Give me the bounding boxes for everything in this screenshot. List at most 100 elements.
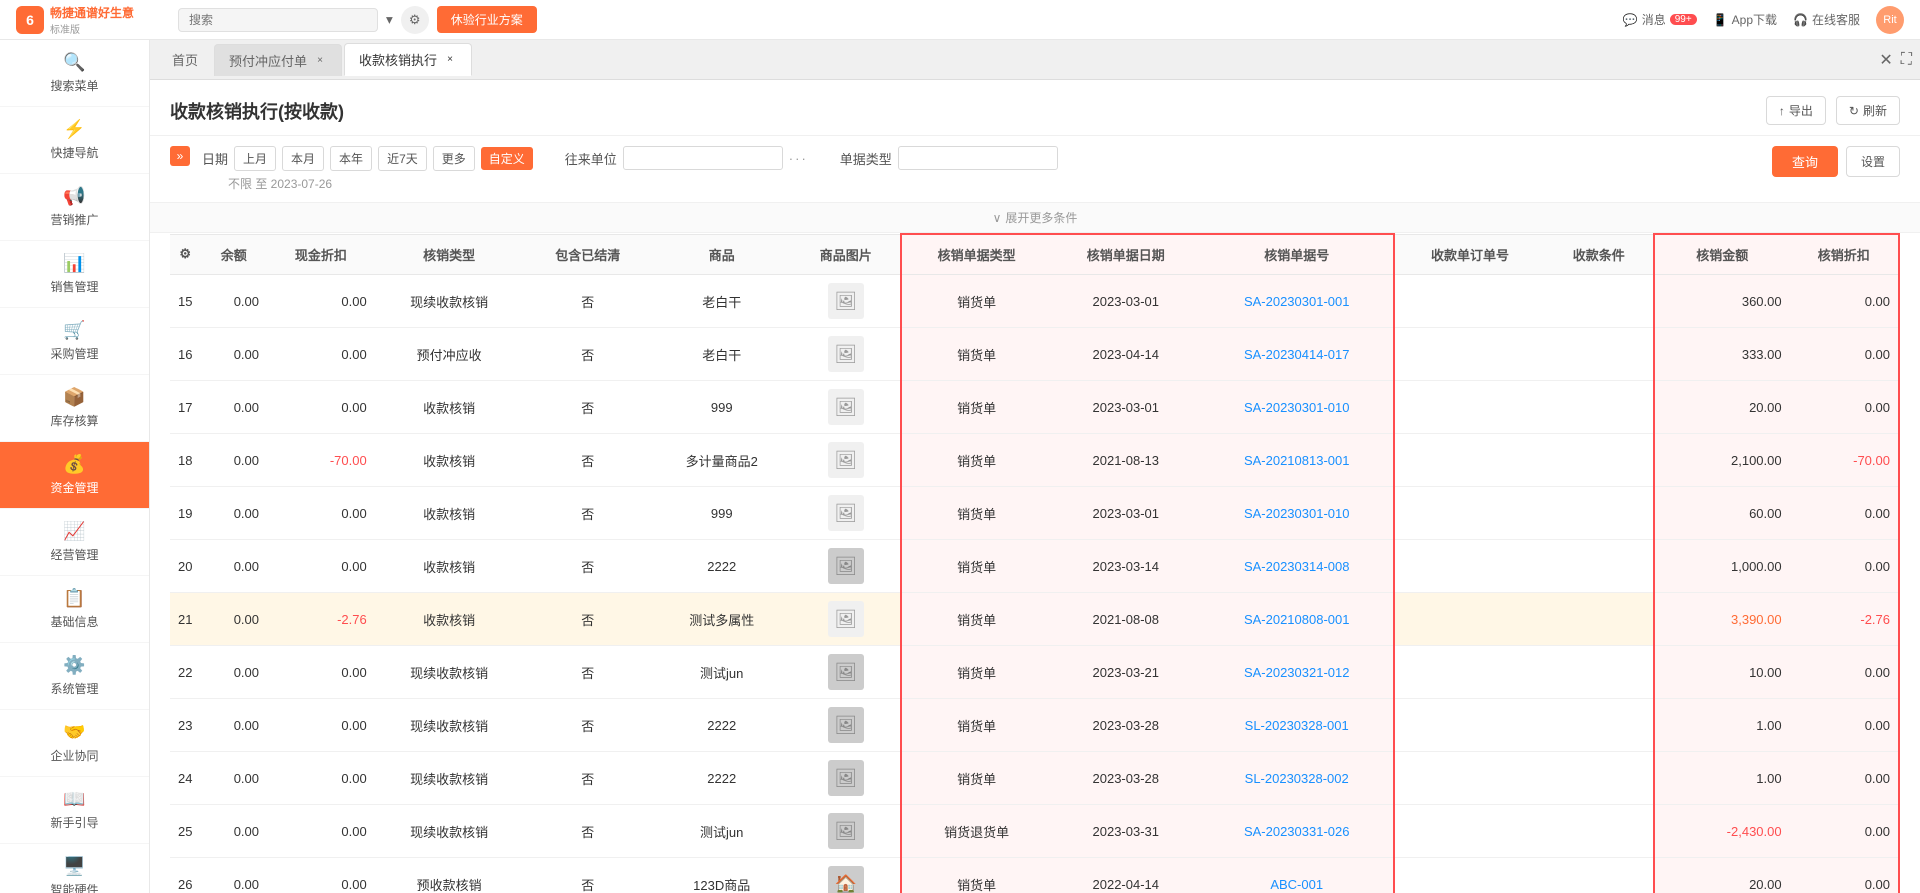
marketing-icon: 📢 [63,186,85,207]
date-label: 日期 [202,149,228,168]
partner-more-icon[interactable]: ··· [789,151,808,166]
tab-bar-actions: ✕ ⛶ [1879,50,1912,70]
user-avatar[interactable]: Rit [1876,6,1904,34]
col-settings[interactable]: ⚙ [170,234,200,275]
sidebar-item-search[interactable]: 🔍 搜索菜单 [0,40,149,107]
sidebar-item-basics[interactable]: 📋 基础信息 [0,576,149,643]
sales-icon: 📊 [63,253,85,274]
refresh-button[interactable]: ↻ 刷新 [1836,96,1900,125]
product-image-cell: 🖼 [792,699,901,752]
tab-receipts-close[interactable]: × [443,53,457,67]
table-row: 160.000.00预付冲应收否老白干🖼销货单2023-04-14SA-2023… [170,328,1899,381]
search-input[interactable] [178,8,378,32]
tab-prepay[interactable]: 预付冲应付单 × [214,44,342,76]
partner-label: 往来单位 [565,149,617,168]
export-button[interactable]: ↑ 导出 [1766,96,1826,125]
sidebar-item-hardware[interactable]: 🖥️ 智能硬件 [0,844,149,893]
app-download-item[interactable]: 📱 App下载 [1713,11,1777,28]
sidebar-item-quicknav[interactable]: ⚡ 快捷导航 [0,107,149,174]
settings-button[interactable]: ⚙ [401,6,429,34]
sidebar-item-marketing[interactable]: 📢 营销推广 [0,174,149,241]
filter-main-row: » 日期 上月 本月 本年 近7天 更多 自定义 不限 至 2023-07-26… [170,146,1900,192]
expand-filter-btn[interactable]: » [170,146,190,166]
export-icon: ↑ [1779,104,1785,118]
page-header-actions: ↑ 导出 ↻ 刷新 [1766,96,1900,125]
sidebar-item-inventory[interactable]: 📦 库存核算 [0,375,149,442]
sidebar-item-sales[interactable]: 📊 销售管理 [0,241,149,308]
main-layout: 🔍 搜索菜单 ⚡ 快捷导航 📢 营销推广 📊 销售管理 🛒 采购管理 📦 库存核… [0,40,1920,893]
sidebar-item-collab[interactable]: 🤝 企业协同 [0,710,149,777]
bill-type-select[interactable] [898,146,1058,170]
partner-input[interactable] [623,146,783,170]
refresh-icon: ↻ [1849,104,1859,118]
sidebar-item-finance[interactable]: 💰 资金管理 [0,442,149,509]
date-7days-btn[interactable]: 近7天 [378,146,427,171]
product-image-cell: 🖼 [792,752,901,805]
col-bill-type: 核销单据类型 [901,234,1051,275]
expand-window-btn[interactable]: ⛶ [1901,51,1912,69]
sidebar-item-operations[interactable]: 📈 经营管理 [0,509,149,576]
message-item[interactable]: 💬 消息 99+ [1623,11,1697,28]
action-buttons: 查询 设置 [1772,146,1900,177]
date-this-month-btn[interactable]: 本月 [282,146,324,171]
product-image-cell: 🖼 [792,328,901,381]
tab-bar: 首页 预付冲应付单 × 收款核销执行 × ✕ ⛶ [150,40,1920,80]
top-bar: 6 畅捷通谱好生意 标准版 ▾ ⚙ 休验行业方案 💬 消息 99+ 📱 App下… [0,0,1920,40]
app-icon: 📱 [1713,13,1728,27]
col-receipt-condition: 收款条件 [1545,234,1654,275]
table-container: ⚙ 余额 现金折扣 核销类型 包含已结清 商品 商品图片 核销单据类型 核销单据… [150,233,1920,893]
tab-receipts[interactable]: 收款核销执行 × [344,43,472,76]
main-content: 首页 预付冲应付单 × 收款核销执行 × ✕ ⛶ 收款核销执行(按收款) ↑ [150,40,1920,893]
message-badge: 99+ [1670,14,1697,25]
product-image-cell: 🖼 [792,805,901,858]
hardware-icon: 🖥️ [63,856,85,877]
product-image-cell: 🏠 [792,858,901,893]
date-section: 日期 上月 本月 本年 近7天 更多 自定义 不限 至 2023-07-26 [202,146,533,192]
message-icon: 💬 [1623,13,1638,27]
logo-subtitle: 标准版 [50,21,134,36]
product-image-cell: 🖼 [792,487,901,540]
table-row: 240.000.00现续收款核销否2222🖼销货单2023-03-28SL-20… [170,752,1899,805]
tab-home[interactable]: 首页 [158,44,212,75]
col-cash-discount: 现金折扣 [267,234,375,275]
table-row: 180.00-70.00收款核销否多计量商品2🖼销货单2021-08-13SA-… [170,434,1899,487]
partner-section: 往来单位 ··· [565,146,808,170]
system-icon: ⚙️ [63,655,85,676]
col-included: 包含已结清 [524,234,652,275]
filter-bar: » 日期 上月 本月 本年 近7天 更多 自定义 不限 至 2023-07-26… [150,136,1920,203]
expand-more-btn[interactable]: ∨ 展开更多条件 [993,209,1078,226]
table-row: 190.000.00收款核销否999🖼销货单2023-03-01SA-20230… [170,487,1899,540]
date-custom-btn[interactable]: 自定义 [481,147,533,170]
expand-more-bar: ∨ 展开更多条件 [150,203,1920,233]
tab-prepay-close[interactable]: × [313,53,327,67]
service-icon: 🎧 [1793,13,1808,27]
online-service-item[interactable]: 🎧 在线客服 [1793,11,1860,28]
date-more-btn[interactable]: 更多 [433,146,475,171]
operations-icon: 📈 [63,521,85,542]
sidebar: 🔍 搜索菜单 ⚡ 快捷导航 📢 营销推广 📊 销售管理 🛒 采购管理 📦 库存核… [0,40,150,893]
purchase-icon: 🛒 [63,320,85,341]
logo: 6 畅捷通谱好生意 标准版 [16,4,166,36]
table-row: 220.000.00现续收款核销否测试jun🖼销货单2023-03-21SA-2… [170,646,1899,699]
table-row: 210.00-2.76收款核销否测试多属性🖼销货单2021-08-08SA-20… [170,593,1899,646]
product-image-cell: 🖼 [792,540,901,593]
sidebar-item-guide[interactable]: 📖 新手引导 [0,777,149,844]
sidebar-item-system[interactable]: ⚙️ 系统管理 [0,643,149,710]
bill-type-label: 单据类型 [840,149,892,168]
close-window-btn[interactable]: ✕ [1879,50,1892,70]
data-table: ⚙ 余额 现金折扣 核销类型 包含已结清 商品 商品图片 核销单据类型 核销单据… [170,233,1900,893]
table-row: 150.000.00现续收款核销否老白干🖼销货单2023-03-01SA-202… [170,275,1899,328]
table-row: 170.000.00收款核销否999🖼销货单2023-03-01SA-20230… [170,381,1899,434]
guide-icon: 📖 [63,789,85,810]
brand-name: 畅捷通谱好生意 [50,4,134,21]
sidebar-item-purchase[interactable]: 🛒 采购管理 [0,308,149,375]
product-image-cell: 🖼 [792,381,901,434]
logo-icon: 6 [16,6,44,34]
settings-filter-button[interactable]: 设置 [1846,146,1900,177]
date-this-year-btn[interactable]: 本年 [330,146,372,171]
date-limit: 不限 至 2023-07-26 [202,175,533,192]
query-button[interactable]: 查询 [1772,146,1838,177]
date-last-month-btn[interactable]: 上月 [234,146,276,171]
industry-button[interactable]: 休验行业方案 [437,6,537,33]
dropdown-button[interactable]: ▾ [386,12,393,28]
